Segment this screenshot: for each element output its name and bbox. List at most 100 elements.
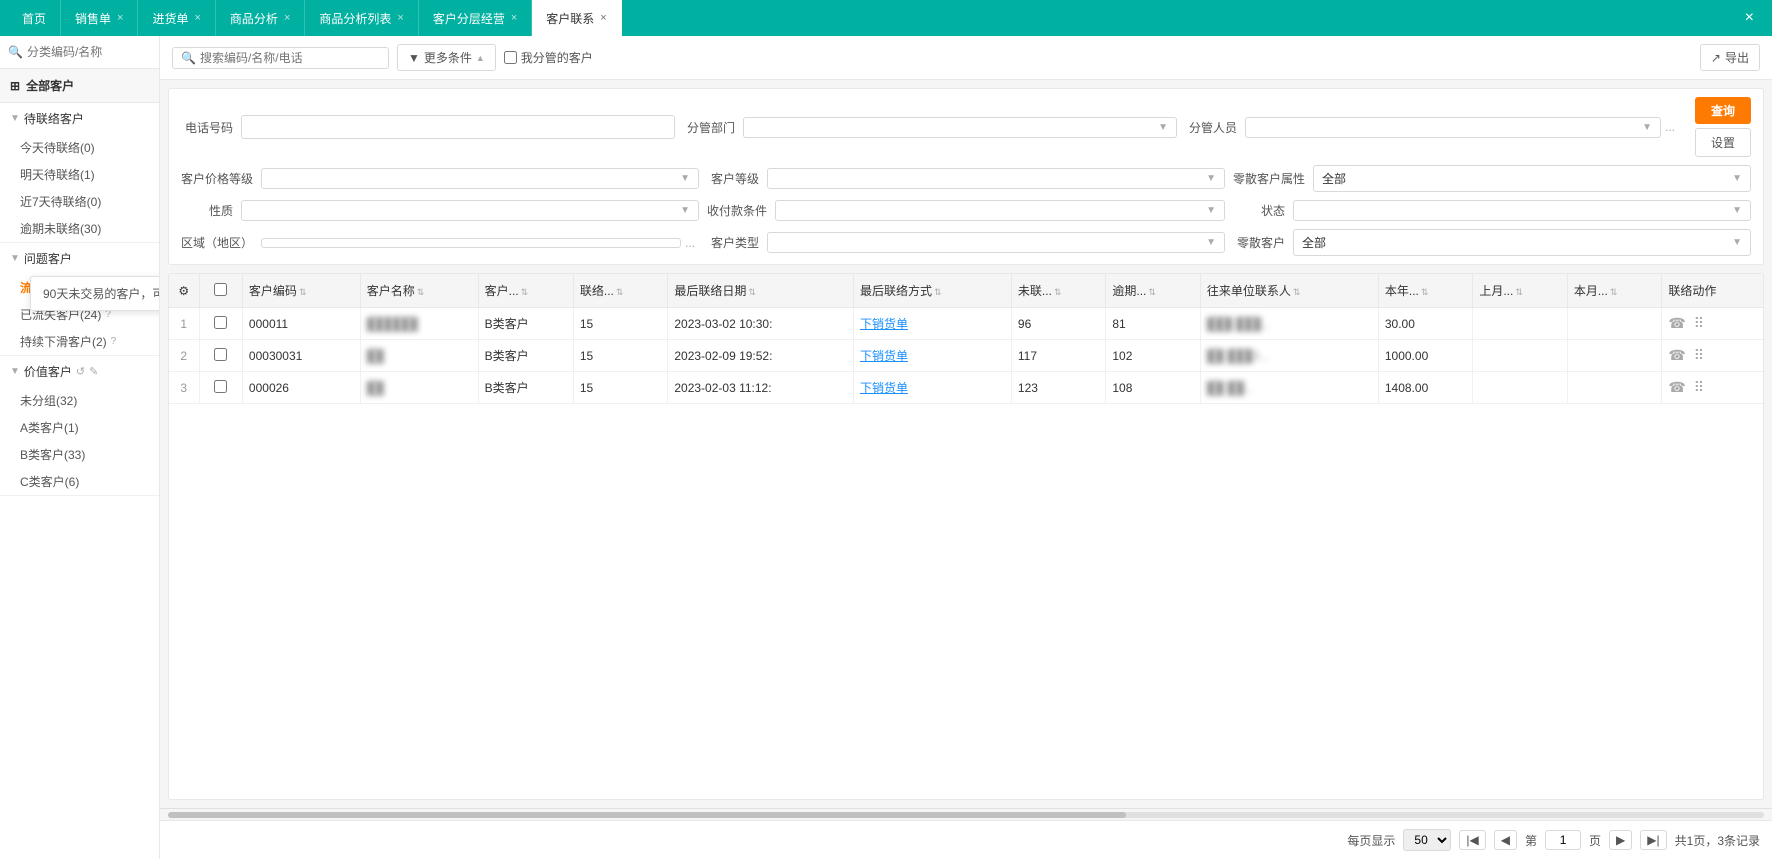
sort-icon-name: ⇅: [417, 287, 425, 297]
sidebar-item-tomorrow[interactable]: 明天待联络(1): [0, 161, 159, 188]
manager-more-btn[interactable]: ...: [1661, 120, 1679, 134]
customer-type-select[interactable]: ▼: [767, 232, 1225, 253]
nav-tab-product-list[interactable]: 商品分析列表 ×: [305, 0, 418, 36]
last-method-link[interactable]: 下销货单: [860, 381, 908, 395]
nav-tab-sales[interactable]: 销售单 ×: [61, 0, 138, 36]
query-btn[interactable]: 查询: [1695, 97, 1751, 124]
sidebar-all-customers[interactable]: ⊞ 全部客户: [0, 69, 159, 103]
filter-zero-attr: 零散客户属性 全部 ▼: [1233, 165, 1751, 192]
table-header-uncontacted[interactable]: 未联...⇅: [1011, 274, 1105, 308]
scrollbar-track[interactable]: [168, 812, 1764, 818]
row-last-method: 下销货单: [853, 372, 1011, 404]
row-checkbox[interactable]: [214, 380, 227, 393]
nature-arrow: ▼: [680, 205, 690, 216]
nav-tab-customer-contact-close[interactable]: ×: [600, 12, 606, 24]
zero-attr-select[interactable]: 全部 ▼: [1313, 165, 1751, 192]
last-method-link[interactable]: 下销货单: [860, 349, 908, 363]
table-header-this-month[interactable]: 本月...⇅: [1567, 274, 1661, 308]
edit-icon[interactable]: ✎: [89, 365, 98, 378]
dept-select[interactable]: ▼: [743, 117, 1177, 138]
sidebar-item-7days[interactable]: 近7天待联络(0): [0, 188, 159, 215]
nature-select[interactable]: ▼: [241, 200, 699, 221]
table-header-last-date[interactable]: 最后联络日期⇅: [668, 274, 854, 308]
sidebar-item-class-a[interactable]: A类客户(1): [0, 414, 159, 441]
per-page-select[interactable]: 50: [1403, 829, 1451, 851]
nav-tab-purchase-close[interactable]: ×: [194, 12, 200, 24]
table-header-name[interactable]: 客户名称⇅: [360, 274, 478, 308]
row-checkbox[interactable]: [214, 348, 227, 361]
nav-tab-product-list-close[interactable]: ×: [397, 12, 403, 24]
table-header-code[interactable]: 客户编码⇅: [242, 274, 360, 308]
sidebar-item-declining[interactable]: 持续下滑客户(2) ?: [0, 328, 159, 355]
table-header-last-method[interactable]: 最后联络方式⇅: [853, 274, 1011, 308]
sidebar-item-today[interactable]: 今天待联络(0): [0, 134, 159, 161]
customer-grade-arrow: ▼: [1206, 173, 1216, 184]
sidebar-group-problem-title[interactable]: ▼ 问题客户: [0, 243, 159, 274]
grid-icon: ⊞: [10, 79, 20, 93]
table-header-year[interactable]: 本年...⇅: [1378, 274, 1472, 308]
table-header-settings[interactable]: ⚙: [169, 274, 199, 308]
table-header-row: ⚙ 客户编码⇅ 客户名称⇅ 客户...⇅ 联络...⇅ 最后联络日期⇅ 最后联络…: [169, 274, 1763, 308]
nav-tab-customer-tier[interactable]: 客户分层经营 ×: [419, 0, 532, 36]
table-header-liaison[interactable]: 往来单位联系人⇅: [1200, 274, 1378, 308]
prev-page-btn[interactable]: ◀: [1494, 830, 1517, 850]
customer-type-arrow: ▼: [1206, 237, 1216, 248]
page-input[interactable]: [1545, 830, 1581, 850]
nav-tab-customer-contact[interactable]: 客户联系 ×: [532, 0, 621, 36]
more-conditions-btn[interactable]: ▼ 更多条件 ▲: [397, 44, 496, 71]
nav-tab-customer-tier-close[interactable]: ×: [511, 12, 517, 24]
table-header-type[interactable]: 客户...⇅: [478, 274, 573, 308]
row-more-icon[interactable]: ⠿: [1694, 379, 1704, 396]
nav-tab-purchase[interactable]: 进货单 ×: [138, 0, 215, 36]
row-checkbox[interactable]: [214, 316, 227, 329]
row-type: B类客户: [478, 308, 573, 340]
sidebar-group-value-title[interactable]: ▼ 价值客户 ↺ ✎: [0, 356, 159, 387]
select-all-checkbox[interactable]: [214, 283, 227, 296]
status-select[interactable]: ▼: [1293, 200, 1751, 221]
dept-select-arrow: ▼: [1158, 122, 1168, 133]
payment-select[interactable]: ▼: [775, 200, 1225, 221]
price-grade-select[interactable]: ▼: [261, 168, 699, 189]
table-header-checkbox[interactable]: [199, 274, 242, 308]
scrollbar-thumb[interactable]: [168, 812, 1126, 818]
settings-btn[interactable]: 设置: [1695, 128, 1751, 157]
customer-grade-select[interactable]: ▼: [767, 168, 1225, 189]
row-more-icon[interactable]: ⠿: [1694, 315, 1704, 332]
row-contact-icon[interactable]: ☎: [1668, 379, 1685, 396]
my-customers-checkbox-label[interactable]: 我分管的客户: [504, 49, 593, 66]
export-btn[interactable]: ↗ 导出: [1700, 44, 1760, 71]
row-contact-icon[interactable]: ☎: [1668, 347, 1685, 364]
table-header-contact[interactable]: 联络...⇅: [573, 274, 667, 308]
region-more-btn[interactable]: ...: [681, 236, 699, 250]
nav-tab-product-analysis[interactable]: 商品分析 ×: [216, 0, 305, 36]
table-row: 1 000011 ██████ B类客户 15 2023-03-02 10:30…: [169, 308, 1763, 340]
nav-tab-home[interactable]: 首页: [8, 0, 61, 36]
nav-tab-sales-close[interactable]: ×: [117, 12, 123, 24]
refresh-icon[interactable]: ↺: [76, 365, 85, 378]
region-select[interactable]: [261, 238, 681, 248]
sidebar-item-class-b[interactable]: B类客户(33): [0, 441, 159, 468]
last-method-link[interactable]: 下销货单: [860, 317, 908, 331]
manager-select[interactable]: ▼: [1245, 117, 1661, 138]
my-customers-checkbox[interactable]: [504, 51, 517, 64]
sidebar-search-input[interactable]: [27, 45, 160, 59]
sidebar-item-class-c[interactable]: C类客户(6): [0, 468, 159, 495]
row-more-icon[interactable]: ⠿: [1694, 347, 1704, 364]
row-liaison: ██ ██...: [1200, 372, 1378, 404]
first-page-btn[interactable]: |◀: [1459, 830, 1485, 850]
next-page-btn[interactable]: ▶: [1609, 830, 1632, 850]
last-page-btn[interactable]: ▶|: [1640, 830, 1666, 850]
zero-customer-select[interactable]: 全部 ▼: [1293, 229, 1751, 256]
nav-tab-product-analysis-close[interactable]: ×: [284, 12, 290, 24]
phone-input[interactable]: [241, 115, 675, 139]
table-header-overdue[interactable]: 逾期...⇅: [1106, 274, 1200, 308]
table-header-last-month[interactable]: 上月...⇅: [1473, 274, 1567, 308]
close-all-tabs[interactable]: ×: [1735, 9, 1764, 27]
sidebar-group-pending-title[interactable]: ▼ 待联络客户: [0, 103, 159, 134]
sidebar-item-overdue[interactable]: 逾期未联络(30): [0, 215, 159, 242]
search-input[interactable]: [200, 51, 380, 65]
sidebar-item-ungrouped[interactable]: 未分组(32): [0, 387, 159, 414]
row-type: B类客户: [478, 340, 573, 372]
row-contact-icon[interactable]: ☎: [1668, 315, 1685, 332]
sort-icon-last-date: ⇅: [748, 287, 756, 297]
